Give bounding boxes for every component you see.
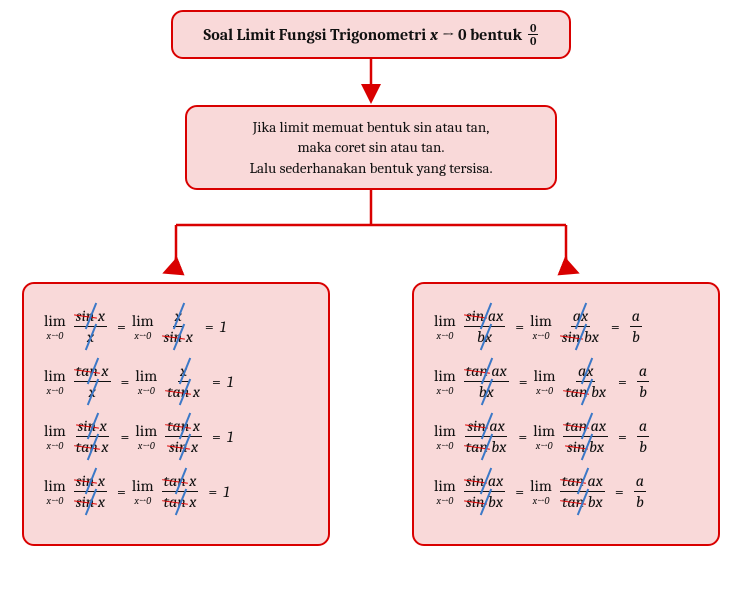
limit-sinax-over-sinbx: limx→0 sin ax sin bx = limx→0 tan ax tan… xyxy=(434,471,698,512)
limit-sinx-over-tanx: limx→0 sin x tan x = limx→0 tan x sin x … xyxy=(44,416,308,457)
zero-over-zero: 0 0 xyxy=(528,22,538,47)
limit-sinx-over-sinx: limx→0 sin x sin x = limx→0 tan x tan x … xyxy=(44,471,308,512)
limits-basic-box: limx→0 sin x x = limx→0 x sin x = 1 limx… xyxy=(22,282,330,546)
rule-box: Jika limit memuat bentuk sin atau tan, m… xyxy=(185,105,557,190)
title-var: x xyxy=(430,26,438,44)
limit-sinax-over-tanbx: limx→0 sin ax tan bx = limx→0 tan ax sin… xyxy=(434,416,698,457)
limits-general-box: limx→0 sin ax bx = limx→0 ax sin bx = ab… xyxy=(412,282,720,546)
title-box: Soal Limit Fungsi Trigonometri x → 0 ben… xyxy=(171,10,571,59)
title-prefix: Soal Limit Fungsi Trigonometri xyxy=(204,26,427,44)
limit-sinax-over-bx: limx→0 sin ax bx = limx→0 ax sin bx = ab xyxy=(434,306,698,347)
limit-tanx-over-x: limx→0 tan x x = limx→0 x tan x = 1 xyxy=(44,361,308,402)
rule-line-2: maka coret sin atau tan. xyxy=(205,137,537,157)
rule-line-3: Lalu sederhanakan bentuk yang tersisa. xyxy=(205,158,537,178)
limit-tanax-over-bx: limx→0 tan ax bx = limx→0 ax tan bx = ab xyxy=(434,361,698,402)
limit-sinx-over-x: limx→0 sin x x = limx→0 x sin x = 1 xyxy=(44,306,308,347)
title-arrow: → 0 bentuk xyxy=(442,26,522,44)
rule-line-1: Jika limit memuat bentuk sin atau tan, xyxy=(205,117,537,137)
